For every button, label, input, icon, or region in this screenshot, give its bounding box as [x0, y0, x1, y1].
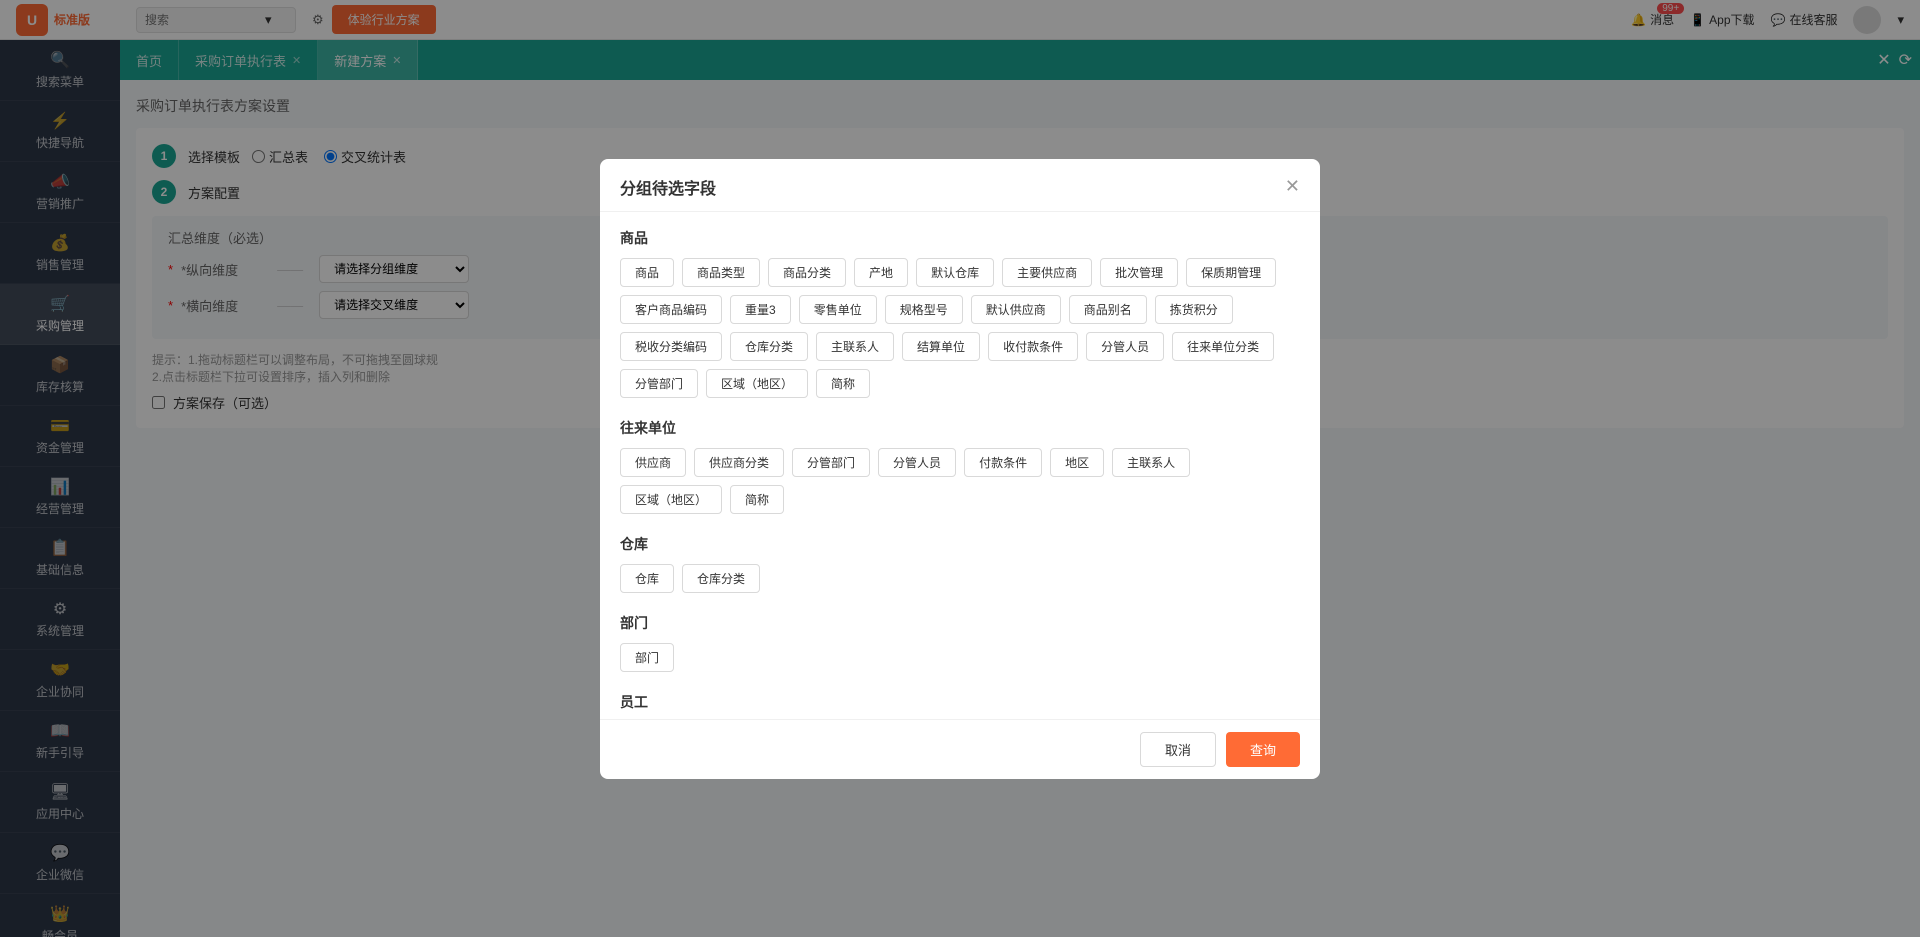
field-tag[interactable]: 地区: [1050, 448, 1104, 477]
modal-title: 分组待选字段: [620, 175, 716, 199]
field-tag[interactable]: 重量3: [730, 295, 791, 324]
cancel-btn[interactable]: 取消: [1140, 732, 1216, 767]
field-tag[interactable]: 规格型号: [885, 295, 963, 324]
section-employee: 员工业务员: [620, 692, 1300, 719]
field-tag[interactable]: 供应商: [620, 448, 686, 477]
field-tag[interactable]: 分管人员: [1086, 332, 1164, 361]
field-tag[interactable]: 客户商品编码: [620, 295, 722, 324]
section-title-employee: 员工: [620, 692, 1300, 712]
field-tag[interactable]: 商品别名: [1069, 295, 1147, 324]
section-title-partners: 往来单位: [620, 418, 1300, 438]
field-tag[interactable]: 往来单位分类: [1172, 332, 1274, 361]
field-tag[interactable]: 结算单位: [902, 332, 980, 361]
section-title-goods: 商品: [620, 228, 1300, 248]
field-tag[interactable]: 收付款条件: [988, 332, 1078, 361]
field-tag[interactable]: 零售单位: [799, 295, 877, 324]
field-select-modal: 分组待选字段 ✕ 商品商品商品类型商品分类产地默认仓库主要供应商批次管理保质期管…: [600, 159, 1320, 779]
field-tags-department: 部门: [620, 643, 1300, 672]
section-warehouse: 仓库仓库仓库分类: [620, 534, 1300, 593]
field-tag[interactable]: 拣货积分: [1155, 295, 1233, 324]
field-tag[interactable]: 保质期管理: [1186, 258, 1276, 287]
field-tag[interactable]: 区域（地区）: [620, 485, 722, 514]
confirm-btn[interactable]: 查询: [1226, 732, 1300, 767]
field-tag[interactable]: 批次管理: [1100, 258, 1178, 287]
modal-header: 分组待选字段 ✕: [600, 159, 1320, 212]
section-department: 部门部门: [620, 613, 1300, 672]
field-tags-partners: 供应商供应商分类分管部门分管人员付款条件地区主联系人区域（地区） 简称: [620, 448, 1300, 514]
modal-close-btn[interactable]: ✕: [1285, 176, 1300, 197]
field-tag[interactable]: 区域（地区）: [706, 369, 808, 398]
field-tag[interactable]: 仓库分类: [682, 564, 760, 593]
field-tag[interactable]: 供应商分类: [694, 448, 784, 477]
field-tag[interactable]: 主联系人: [816, 332, 894, 361]
field-tag[interactable]: 部门: [620, 643, 674, 672]
field-tag[interactable]: 商品分类: [768, 258, 846, 287]
modal-footer: 取消 查询: [600, 719, 1320, 779]
field-tag[interactable]: 分管人员: [878, 448, 956, 477]
field-tags-goods: 商品商品类型商品分类产地默认仓库主要供应商批次管理保质期管理客户商品编码重量3 零…: [620, 258, 1300, 398]
field-tags-warehouse: 仓库仓库分类: [620, 564, 1300, 593]
field-tag[interactable]: 简称: [816, 369, 870, 398]
modal-body: 商品商品商品类型商品分类产地默认仓库主要供应商批次管理保质期管理客户商品编码重量…: [600, 212, 1320, 719]
section-title-department: 部门: [620, 613, 1300, 633]
field-tag[interactable]: 仓库: [620, 564, 674, 593]
section-partners: 往来单位供应商供应商分类分管部门分管人员付款条件地区主联系人区域（地区） 简称: [620, 418, 1300, 514]
modal-overlay: 分组待选字段 ✕ 商品商品商品类型商品分类产地默认仓库主要供应商批次管理保质期管…: [0, 0, 1920, 937]
field-tag[interactable]: 简称: [730, 485, 784, 514]
field-tag[interactable]: 主联系人: [1112, 448, 1190, 477]
field-tag[interactable]: 主要供应商: [1002, 258, 1092, 287]
field-tag[interactable]: 产地: [854, 258, 908, 287]
field-tag[interactable]: 仓库分类: [730, 332, 808, 361]
field-tag[interactable]: 默认供应商: [971, 295, 1061, 324]
field-tag[interactable]: 税收分类编码: [620, 332, 722, 361]
field-tag[interactable]: 付款条件: [964, 448, 1042, 477]
field-tag[interactable]: 商品类型: [682, 258, 760, 287]
field-tag[interactable]: 分管部门: [792, 448, 870, 477]
field-tag[interactable]: 商品: [620, 258, 674, 287]
field-tag[interactable]: 默认仓库: [916, 258, 994, 287]
field-tag[interactable]: 分管部门: [620, 369, 698, 398]
section-goods: 商品商品商品类型商品分类产地默认仓库主要供应商批次管理保质期管理客户商品编码重量…: [620, 228, 1300, 398]
section-title-warehouse: 仓库: [620, 534, 1300, 554]
